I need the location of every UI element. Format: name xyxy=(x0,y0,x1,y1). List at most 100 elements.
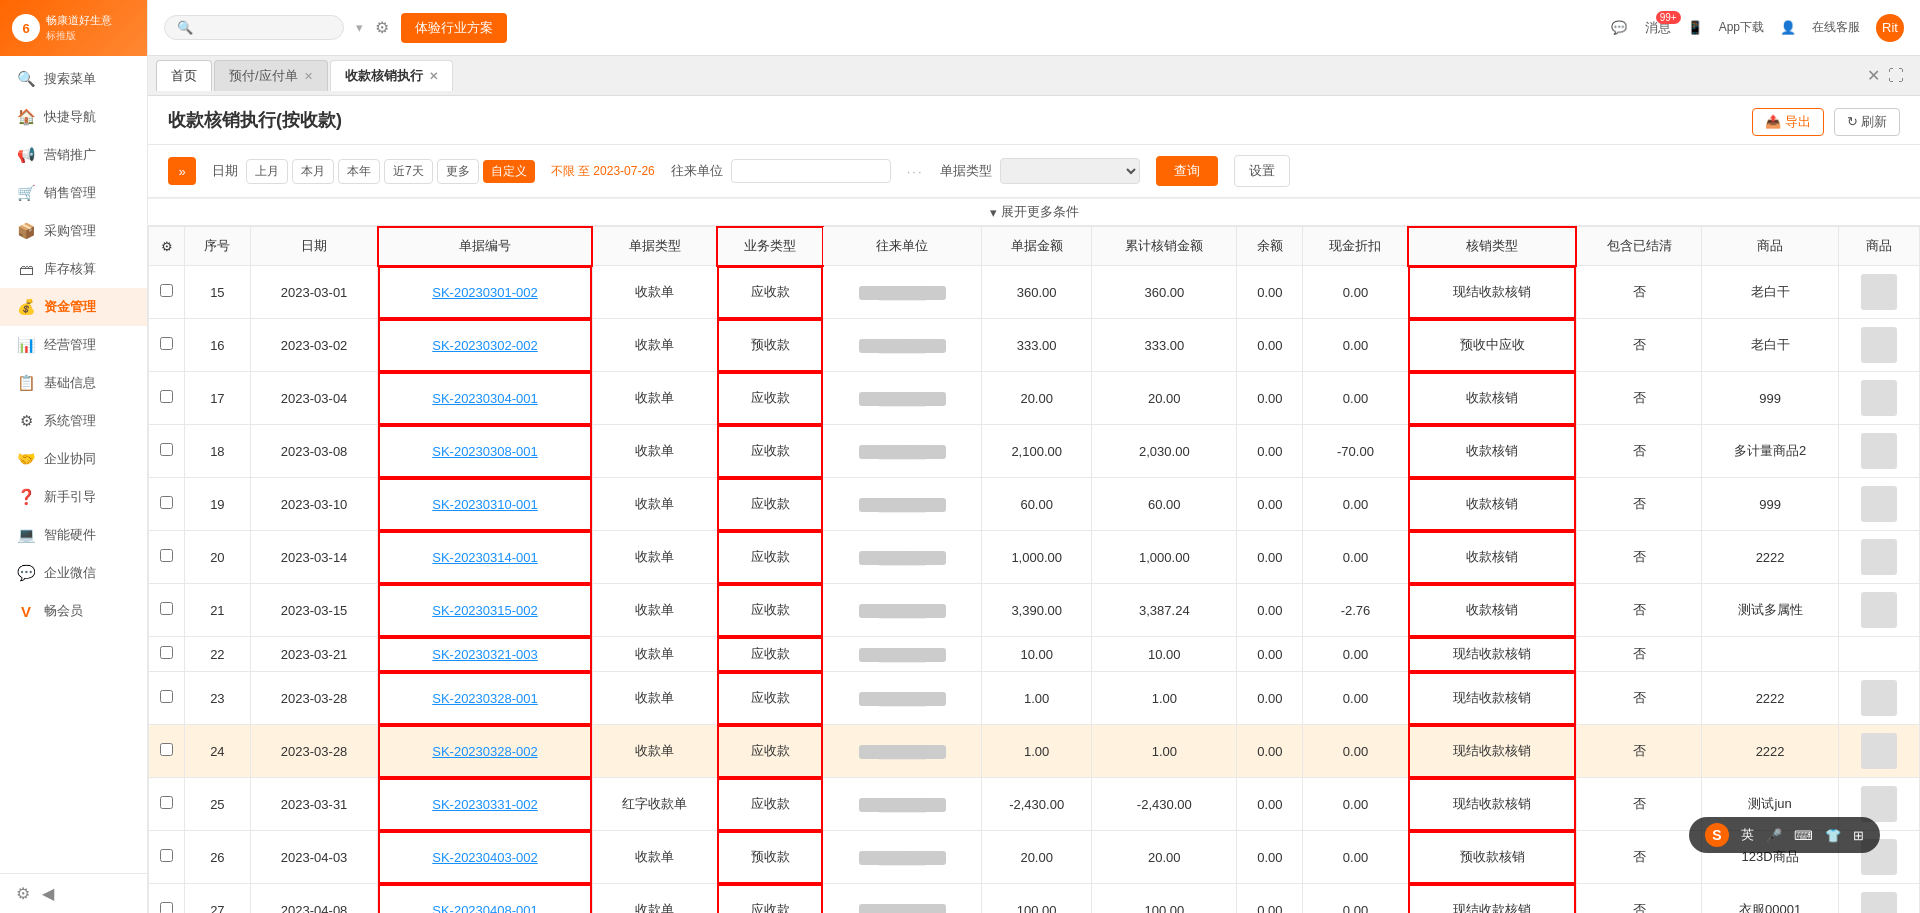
cell-checkbox[interactable] xyxy=(149,478,185,531)
floating-grid-icon[interactable]: ⊞ xyxy=(1853,828,1864,843)
cell-cash-discount: 0.00 xyxy=(1303,778,1409,831)
cell-cash-discount: 0.00 xyxy=(1303,372,1409,425)
sidebar-settings-icon[interactable]: ⚙ xyxy=(16,884,30,903)
hardware-icon: 💻 xyxy=(16,526,36,544)
cell-biz-type: 应收款 xyxy=(717,725,823,778)
logo-sub: 标推版 xyxy=(46,29,112,43)
cell-cancel-type: 现结收款核销 xyxy=(1408,778,1576,831)
filter-settings-button[interactable]: 设置 xyxy=(1234,155,1290,187)
floating-mic-icon[interactable]: 🎤 xyxy=(1766,828,1782,843)
cell-doc-no[interactable]: SK-20230328-001 xyxy=(378,672,592,725)
sidebar-item-hardware[interactable]: 💻 智能硬件 xyxy=(0,516,147,554)
cell-cash-discount: -2.76 xyxy=(1303,584,1409,637)
topbar-search[interactable]: 🔍 xyxy=(164,15,344,40)
cell-balance: 0.00 xyxy=(1237,831,1303,884)
sidebar-item-basic[interactable]: 📋 基础信息 xyxy=(0,364,147,402)
cell-doc-no[interactable]: SK-20230328-002 xyxy=(378,725,592,778)
cell-balance: 0.00 xyxy=(1237,531,1303,584)
cell-doc-no[interactable]: SK-20230321-003 xyxy=(378,637,592,672)
th-doc-type: 单据类型 xyxy=(592,227,717,266)
notification-area[interactable]: 💬 99+ 消息 xyxy=(1611,19,1671,37)
cell-partner: ██████ xyxy=(823,778,982,831)
th-gear[interactable]: ⚙ xyxy=(149,227,185,266)
cell-doc-no[interactable]: SK-20230310-001 xyxy=(378,478,592,531)
sidebar-item-nav[interactable]: 🏠 快捷导航 xyxy=(0,98,147,136)
cell-checkbox[interactable] xyxy=(149,531,185,584)
doctype-select[interactable] xyxy=(1000,158,1140,184)
cell-doc-no[interactable]: SK-20230304-001 xyxy=(378,372,592,425)
sidebar-item-wechat[interactable]: 💬 企业微信 xyxy=(0,554,147,592)
sidebar-item-purchase[interactable]: 📦 采购管理 xyxy=(0,212,147,250)
cell-doc-no[interactable]: SK-20230302-002 xyxy=(378,319,592,372)
cell-doc-no[interactable]: SK-20230403-002 xyxy=(378,831,592,884)
sidebar-item-inventory[interactable]: 🗃 库存核算 xyxy=(0,250,147,288)
online-service-link[interactable]: 在线客服 xyxy=(1812,19,1860,36)
date-btn-this-month[interactable]: 本月 xyxy=(292,159,334,184)
sidebar-item-guide[interactable]: ❓ 新手引导 xyxy=(0,478,147,516)
date-btn-more[interactable]: 更多 xyxy=(437,159,479,184)
cell-doc-no[interactable]: SK-20230301-002 xyxy=(378,266,592,319)
partner-input[interactable] xyxy=(731,159,891,183)
topbar-search-icon: 🔍 xyxy=(177,20,193,35)
sidebar-item-sales[interactable]: 🛒 销售管理 xyxy=(0,174,147,212)
tab-collection[interactable]: 收款核销执行 ✕ xyxy=(330,60,453,91)
cell-goods: 999 xyxy=(1702,372,1838,425)
sidebar-item-finance[interactable]: 💰 资金管理 xyxy=(0,288,147,326)
query-button[interactable]: 查询 xyxy=(1156,156,1218,186)
cell-checkbox[interactable] xyxy=(149,637,185,672)
user-avatar[interactable]: Rit xyxy=(1876,14,1904,42)
tab-home[interactable]: 首页 xyxy=(156,60,212,91)
tab-collection-label: 收款核销执行 xyxy=(345,67,423,85)
cell-checkbox[interactable] xyxy=(149,725,185,778)
cell-checkbox[interactable] xyxy=(149,425,185,478)
finance-icon: 💰 xyxy=(16,298,36,316)
cell-doc-no[interactable]: SK-20230408-001 xyxy=(378,884,592,914)
date-btn-7days[interactable]: 近7天 xyxy=(384,159,433,184)
th-cash-discount: 现金折扣 xyxy=(1303,227,1409,266)
sidebar-item-operations[interactable]: 📊 经营管理 xyxy=(0,326,147,364)
sidebar-item-system[interactable]: ⚙ 系统管理 xyxy=(0,402,147,440)
window-close-icon[interactable]: ✕ xyxy=(1867,66,1880,85)
solution-button[interactable]: 体验行业方案 xyxy=(401,13,507,43)
cell-checkbox[interactable] xyxy=(149,584,185,637)
cell-checkbox[interactable] xyxy=(149,672,185,725)
cell-doc-no[interactable]: SK-20230308-001 xyxy=(378,425,592,478)
cell-doc-no[interactable]: SK-20230315-002 xyxy=(378,584,592,637)
date-btn-last-month[interactable]: 上月 xyxy=(246,159,288,184)
cell-checkbox[interactable] xyxy=(149,778,185,831)
topbar-gear-icon[interactable]: ⚙ xyxy=(375,18,389,37)
table-row: 21 2023-03-15 SK-20230315-002 收款单 应收款 ██… xyxy=(149,584,1920,637)
cell-biz-type: 预收款 xyxy=(717,319,823,372)
floating-shirt-icon[interactable]: 👕 xyxy=(1825,828,1841,843)
sidebar-item-search[interactable]: 🔍 搜索菜单 xyxy=(0,60,147,98)
floating-input-icon[interactable]: 英 xyxy=(1741,826,1754,844)
tab-payable[interactable]: 预付/应付单 ✕ xyxy=(214,60,328,91)
cell-checkbox[interactable] xyxy=(149,372,185,425)
cell-checkbox[interactable] xyxy=(149,319,185,372)
date-custom-btn[interactable]: 自定义 xyxy=(483,160,535,183)
export-button[interactable]: 📤 导出 xyxy=(1752,108,1823,136)
date-btn-this-year[interactable]: 本年 xyxy=(338,159,380,184)
refresh-button[interactable]: ↻ 刷新 xyxy=(1834,108,1900,136)
cell-date: 2023-03-28 xyxy=(250,725,378,778)
tab-payable-close-icon[interactable]: ✕ xyxy=(304,70,313,83)
cell-checkbox[interactable] xyxy=(149,884,185,914)
cell-partner: ██████ xyxy=(823,425,982,478)
sidebar-item-enterprise[interactable]: 🤝 企业协同 xyxy=(0,440,147,478)
sidebar-item-marketing[interactable]: 📢 营销推广 xyxy=(0,136,147,174)
window-expand-icon[interactable]: ⛶ xyxy=(1888,67,1904,85)
filter-toggle-button[interactable]: » xyxy=(168,157,196,185)
app-download-link[interactable]: App下载 xyxy=(1719,19,1764,36)
cell-checkbox[interactable] xyxy=(149,266,185,319)
sidebar-collapse-icon[interactable]: ◀ xyxy=(42,884,54,903)
table-row: 26 2023-04-03 SK-20230403-002 收款单 预收款 ██… xyxy=(149,831,1920,884)
cell-date: 2023-03-28 xyxy=(250,672,378,725)
cell-checkbox[interactable] xyxy=(149,831,185,884)
tab-collection-close-icon[interactable]: ✕ xyxy=(429,70,438,83)
table-row: 19 2023-03-10 SK-20230310-001 收款单 应收款 ██… xyxy=(149,478,1920,531)
filter-expand-button[interactable]: ▾ 展开更多条件 xyxy=(148,198,1920,225)
sidebar-item-member[interactable]: V 畅会员 xyxy=(0,592,147,630)
cell-doc-no[interactable]: SK-20230331-002 xyxy=(378,778,592,831)
cell-doc-no[interactable]: SK-20230314-001 xyxy=(378,531,592,584)
floating-keyboard-icon[interactable]: ⌨ xyxy=(1794,828,1813,843)
